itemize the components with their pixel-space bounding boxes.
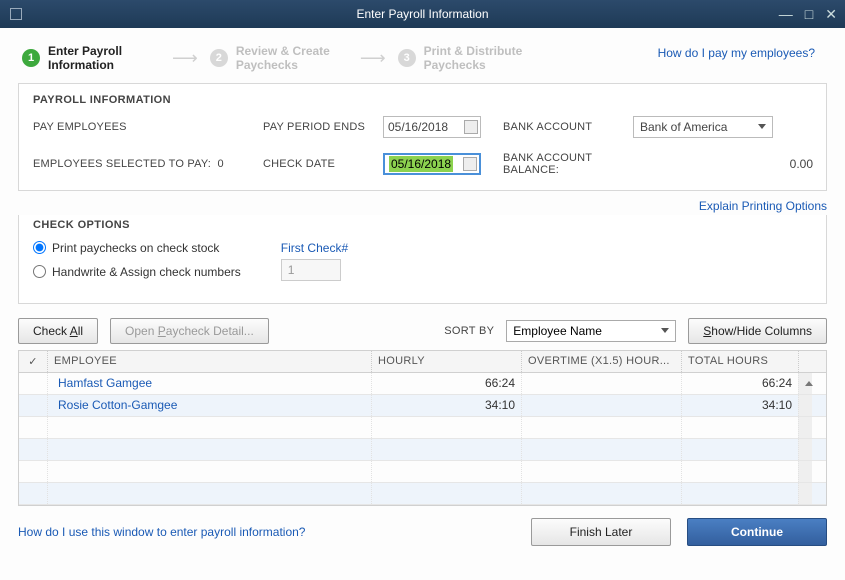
selected-count: 0 [218, 158, 224, 170]
check-option-radios: Print paychecks on check stock Handwrite… [33, 241, 241, 289]
step-label: Enter Payroll Information [48, 44, 158, 73]
pay-period-ends-input[interactable]: 05/16/2018 [383, 116, 481, 138]
chevron-down-icon [758, 124, 766, 129]
show-hide-columns-button[interactable]: Show/Hide Columns [688, 318, 827, 344]
col-check[interactable]: ✓ [19, 351, 47, 372]
minimize-button[interactable]: — [779, 6, 793, 23]
titlebar: Enter Payroll Information — □ ✕ [0, 0, 845, 28]
arrow-icon: ⟶ [360, 48, 384, 69]
check-date-input[interactable]: 05/16/2018 [383, 153, 481, 175]
scrollbar[interactable] [798, 395, 812, 416]
table-row[interactable] [19, 483, 826, 505]
hourly-value: 66:24 [371, 373, 521, 394]
employees-selected-label: EMPLOYEES SELECTED TO PAY: 0 [33, 158, 263, 170]
col-total[interactable]: TOTAL HOURS [681, 351, 798, 372]
continue-button[interactable]: Continue [687, 518, 827, 546]
section-title: CHECK OPTIONS [33, 219, 812, 231]
total-value: 34:10 [681, 395, 798, 416]
scrollbar[interactable] [798, 373, 812, 394]
bank-account-label: BANK ACCOUNT [503, 121, 633, 133]
step-label: Print & Distribute Paychecks [424, 44, 534, 73]
bank-balance-label: BANK ACCOUNT BALANCE: [503, 152, 633, 176]
check-date-label: CHECK DATE [263, 158, 383, 170]
pay-employees-label: PAY EMPLOYEES [33, 121, 263, 133]
employee-name-link[interactable]: Rosie Cotton-Gamgee [47, 395, 371, 416]
sort-by-select[interactable]: Employee Name [506, 320, 676, 342]
step-2: 2 Review & Create Paychecks [210, 44, 346, 73]
step-number: 2 [210, 49, 228, 67]
check-options-panel: CHECK OPTIONS Print paychecks on check s… [18, 215, 827, 304]
calendar-icon[interactable] [463, 157, 477, 171]
step-indicator: 1 Enter Payroll Information ⟶ 2 Review &… [0, 28, 845, 83]
step-3: 3 Print & Distribute Paychecks [398, 44, 534, 73]
table-row[interactable] [19, 461, 826, 483]
bank-account-select[interactable]: Bank of America [633, 116, 773, 138]
table-row[interactable] [19, 439, 826, 461]
finish-later-button[interactable]: Finish Later [531, 518, 671, 546]
handwrite-radio[interactable]: Handwrite & Assign check numbers [33, 265, 241, 279]
col-scroll [798, 351, 812, 372]
check-all-button[interactable]: Check All [18, 318, 98, 344]
section-title: PAYROLL INFORMATION [33, 94, 812, 106]
step-1: 1 Enter Payroll Information [22, 44, 158, 73]
window-title: Enter Payroll Information [356, 7, 488, 21]
window-icon [10, 8, 22, 20]
print-paychecks-radio[interactable]: Print paychecks on check stock [33, 241, 241, 255]
step-number: 1 [22, 49, 40, 67]
help-pay-employees-link[interactable]: How do I pay my employees? [658, 46, 815, 60]
calendar-icon[interactable] [464, 120, 478, 134]
row-check[interactable] [19, 373, 47, 394]
step-label: Review & Create Paychecks [236, 44, 346, 73]
footer-help-link[interactable]: How do I use this window to enter payrol… [18, 525, 305, 539]
explain-printing-link[interactable]: Explain Printing Options [699, 199, 827, 213]
employee-name-link[interactable]: Hamfast Gamgee [47, 373, 371, 394]
row-check[interactable] [19, 395, 47, 416]
first-check-label: First Check# [281, 241, 348, 255]
col-hourly[interactable]: HOURLY [371, 351, 521, 372]
hourly-value: 34:10 [371, 395, 521, 416]
col-employee[interactable]: EMPLOYEE [47, 351, 371, 372]
sort-by-label: SORT BY [444, 325, 494, 337]
table-toolbar: Check All Open Paycheck Detail... SORT B… [18, 318, 827, 344]
table-header: ✓ EMPLOYEE HOURLY OVERTIME (X1.5) HOUR..… [19, 351, 826, 373]
date-value: 05/16/2018 [389, 156, 453, 172]
arrow-icon: ⟶ [172, 48, 196, 69]
overtime-value [521, 395, 681, 416]
footer: How do I use this window to enter payrol… [0, 506, 845, 558]
step-number: 3 [398, 49, 416, 67]
maximize-button[interactable]: □ [805, 6, 813, 23]
open-paycheck-detail-button[interactable]: Open Paycheck Detail... [110, 318, 269, 344]
select-value: Bank of America [640, 120, 727, 134]
first-check-input [281, 259, 341, 281]
table-row[interactable] [19, 417, 826, 439]
window-controls: — □ ✕ [779, 6, 837, 23]
bank-balance-value: 0.00 [633, 157, 813, 171]
table-row[interactable]: Rosie Cotton-Gamgee 34:10 34:10 [19, 395, 826, 417]
chevron-down-icon [661, 328, 669, 333]
overtime-value [521, 373, 681, 394]
payroll-info-panel: PAYROLL INFORMATION PAY EMPLOYEES PAY PE… [18, 83, 827, 191]
table-row[interactable]: Hamfast Gamgee 66:24 66:24 [19, 373, 826, 395]
employee-table: ✓ EMPLOYEE HOURLY OVERTIME (X1.5) HOUR..… [18, 350, 827, 506]
col-overtime[interactable]: OVERTIME (X1.5) HOUR... [521, 351, 681, 372]
date-value: 05/16/2018 [388, 120, 448, 134]
close-button[interactable]: ✕ [825, 6, 837, 23]
total-value: 66:24 [681, 373, 798, 394]
table-body: Hamfast Gamgee 66:24 66:24 Rosie Cotton-… [19, 373, 826, 505]
pay-period-ends-label: PAY PERIOD ENDS [263, 121, 383, 133]
select-value: Employee Name [513, 324, 602, 338]
